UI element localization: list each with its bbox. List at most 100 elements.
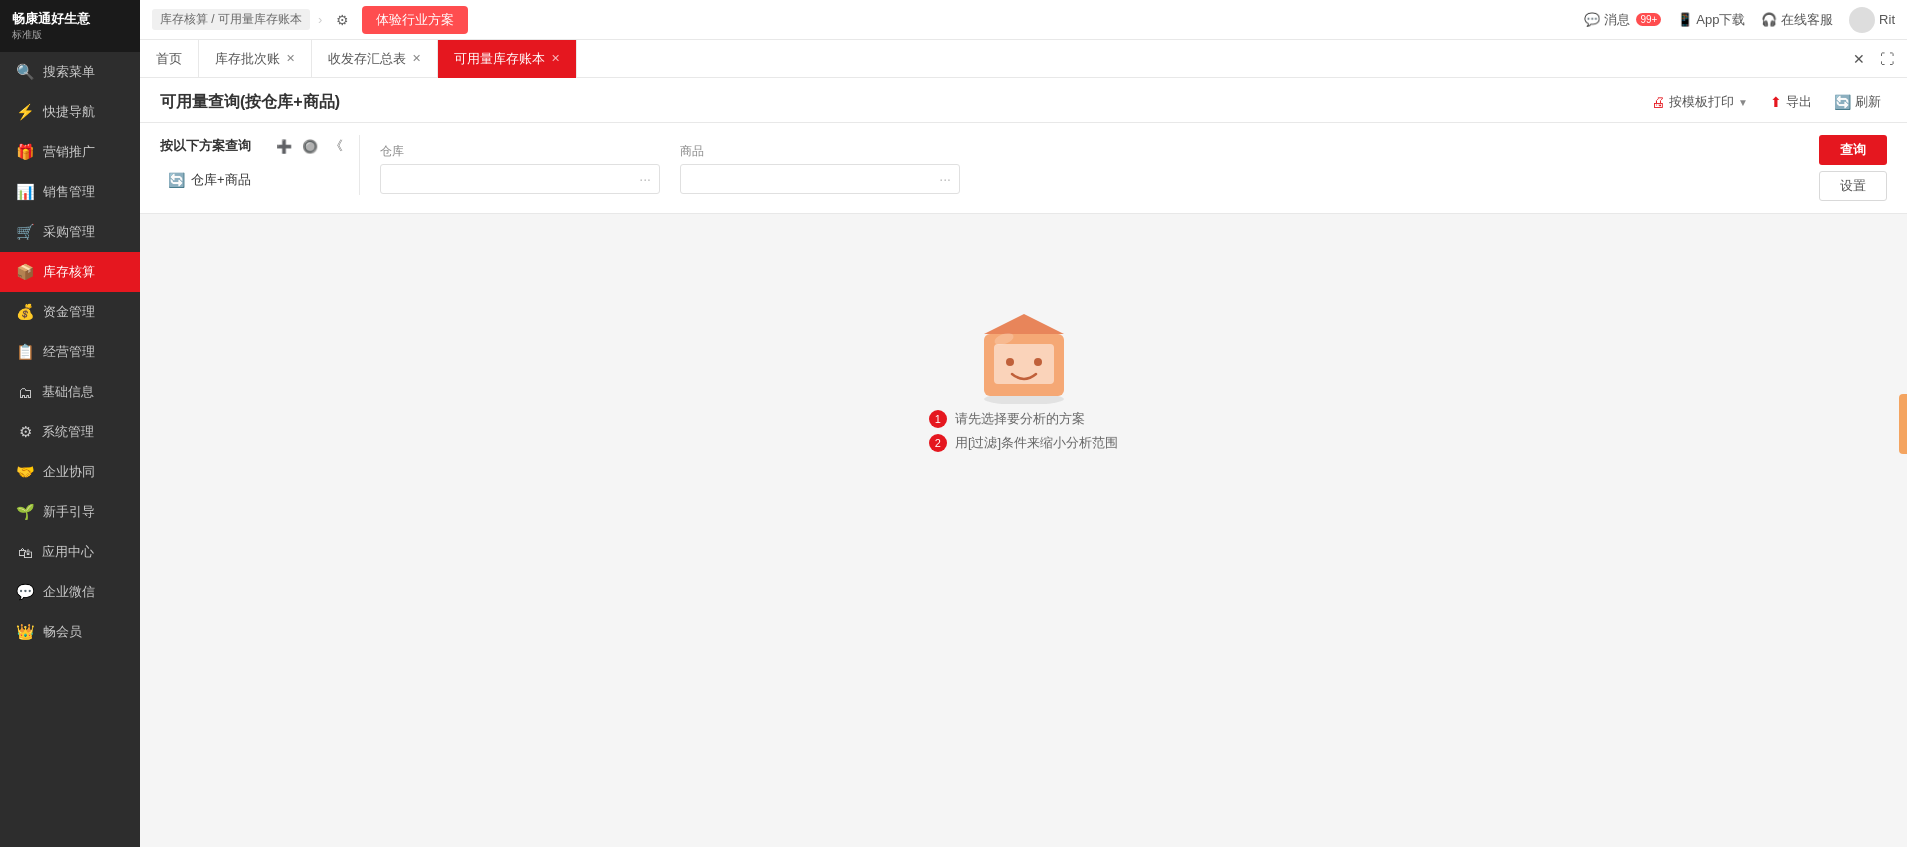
field-label-goods: 商品	[680, 143, 960, 160]
sidebar-item-enterprise[interactable]: 🤝 企业协同	[0, 452, 140, 492]
tabs-bar: 首页库存批次账✕收发存汇总表✕可用量库存账本✕ ✕ ⛶	[140, 40, 1907, 78]
empty-state-text: 1 请先选择要分析的方案 2 用[过滤]条件来缩小分析范围	[929, 410, 1118, 458]
tab-home[interactable]: 首页	[140, 40, 199, 78]
app-download-link[interactable]: 📱 App下载	[1677, 11, 1745, 29]
sales-icon: 📊	[16, 183, 35, 201]
purchase-icon: 🛒	[16, 223, 35, 241]
app-edition: 标准版	[12, 28, 128, 41]
headset-icon: 🎧	[1761, 12, 1777, 27]
collapse-scheme-button[interactable]: 《	[325, 135, 347, 157]
hint-text-1: 请先选择要分析的方案	[955, 410, 1085, 428]
scheme-icon-warehouse-goods: 🔄	[168, 172, 185, 188]
scheme-title: 按以下方案查询	[160, 137, 251, 155]
app-logo: 畅康通好生意 标准版	[0, 0, 140, 52]
topbar-divider: ›	[318, 12, 322, 27]
hint-item-2: 2 用[过滤]条件来缩小分析范围	[929, 434, 1118, 452]
export-label: 导出	[1786, 93, 1812, 111]
field-label-warehouse: 仓库	[380, 143, 660, 160]
main-area: 库存核算 / 可用量库存账本 › ⚙ 体验行业方案 💬 消息 99+ 📱 App…	[140, 0, 1907, 847]
refresh-icon: 🔄	[1834, 94, 1851, 110]
filter-right-panel: 仓库 ··· 商品 ··· 查询 设置	[360, 135, 1887, 201]
experience-industry-button[interactable]: 体验行业方案	[362, 6, 468, 34]
tab-label-home: 首页	[156, 50, 182, 68]
svg-point-3	[1006, 358, 1014, 366]
close-tab-icon[interactable]: ✕	[1847, 47, 1871, 71]
sidebar-item-inventory[interactable]: 📦库存核算	[0, 252, 140, 292]
gear-icon[interactable]: ⚙	[330, 8, 354, 32]
field-input-warehouse[interactable]	[389, 171, 633, 186]
online-service-link[interactable]: 🎧 在线客服	[1761, 11, 1833, 29]
hint-text-2: 用[过滤]条件来缩小分析范围	[955, 434, 1118, 452]
tab-close-summary[interactable]: ✕	[412, 52, 421, 65]
sidebar-label-appstore: 应用中心	[42, 543, 94, 561]
sidebar-label-enterprise: 企业协同	[43, 463, 95, 481]
tab-available[interactable]: 可用量库存账本✕	[438, 40, 577, 78]
sidebar-label-wxwork: 企业微信	[43, 583, 95, 601]
page-title: 可用量查询(按仓库+商品)	[160, 92, 340, 113]
operations-icon: 📋	[16, 343, 35, 361]
sidebar-item-system[interactable]: ⚙系统管理	[0, 412, 140, 452]
newbie-icon: 🌱	[16, 503, 35, 521]
sidebar-item-finance[interactable]: 💰资金管理	[0, 292, 140, 332]
print-icon: 🖨	[1651, 94, 1665, 110]
tab-close-batch[interactable]: ✕	[286, 52, 295, 65]
user-name: Rit	[1879, 12, 1895, 27]
field-dots-warehouse[interactable]: ···	[639, 171, 651, 187]
sidebar-item-appstore[interactable]: 🛍应用中心	[0, 532, 140, 572]
user-avatar-area[interactable]: Rit	[1849, 7, 1895, 33]
query-button[interactable]: 查询	[1819, 135, 1887, 165]
sidebar: 畅康通好生意 标准版 🔍搜索菜单⚡快捷导航🎁营销推广📊销售管理🛒采购管理📦库存核…	[0, 0, 140, 847]
online-service-label: 在线客服	[1781, 12, 1833, 27]
filter-scheme-header: 按以下方案查询 ➕ 🔘 《	[160, 135, 347, 157]
wxwork-icon: 💬	[16, 583, 35, 601]
breadcrumb: 库存核算 / 可用量库存账本	[152, 9, 310, 30]
sidebar-item-basic[interactable]: 🗂基础信息	[0, 372, 140, 412]
sidebar-item-operations[interactable]: 📋经营管理	[0, 332, 140, 372]
sidebar-item-sales[interactable]: 📊销售管理	[0, 172, 140, 212]
sidebar-item-search[interactable]: 🔍搜索菜单	[0, 52, 140, 92]
message-icon: 💬	[1584, 12, 1600, 27]
filter-right-actions: 查询 设置	[1819, 135, 1887, 201]
export-button[interactable]: ⬆ 导出	[1764, 90, 1818, 114]
add-scheme-button[interactable]: ➕	[273, 135, 295, 157]
tab-label-summary: 收发存汇总表	[328, 50, 406, 68]
settings-button[interactable]: 设置	[1819, 171, 1887, 201]
side-handle[interactable]	[1899, 394, 1907, 454]
topbar-right: 💬 消息 99+ 📱 App下载 🎧 在线客服 Rit	[1584, 7, 1895, 33]
page-header: 可用量查询(按仓库+商品) 🖨 按模板打印 ▼ ⬆ 导出 🔄 刷新	[140, 78, 1907, 123]
tab-summary[interactable]: 收发存汇总表 ✕	[312, 40, 438, 78]
sidebar-item-marketing[interactable]: 🎁营销推广	[0, 132, 140, 172]
avatar	[1849, 7, 1875, 33]
system-icon: ⚙	[16, 423, 34, 441]
finance-icon: 💰	[16, 303, 35, 321]
expand-tab-icon[interactable]: ⛶	[1875, 47, 1899, 71]
sidebar-label-marketing: 营销推广	[43, 143, 95, 161]
refresh-button[interactable]: 🔄 刷新	[1828, 90, 1887, 114]
chevron-down-icon[interactable]: ▼	[1738, 97, 1748, 108]
hint-item-1: 1 请先选择要分析的方案	[929, 410, 1118, 428]
sidebar-item-quicknav[interactable]: ⚡快捷导航	[0, 92, 140, 132]
print-button[interactable]: 🖨 按模板打印 ▼	[1645, 90, 1754, 114]
message-notif[interactable]: 💬 消息 99+	[1584, 11, 1661, 29]
sidebar-item-member[interactable]: 👑畅会员	[0, 612, 140, 652]
tab-batch[interactable]: 库存批次账 ✕	[199, 40, 312, 78]
message-badge: 99+	[1636, 13, 1661, 26]
sidebar-item-purchase[interactable]: 🛒采购管理	[0, 212, 140, 252]
print-label: 按模板打印	[1669, 93, 1734, 111]
settings-scheme-button[interactable]: 🔘	[299, 135, 321, 157]
tab-close-available[interactable]: ✕	[551, 52, 560, 65]
sidebar-scroll: 🔍搜索菜单⚡快捷导航🎁营销推广📊销售管理🛒采购管理📦库存核算💰资金管理📋经营管理…	[0, 52, 140, 847]
sidebar-item-newbie[interactable]: 🌱新手引导	[0, 492, 140, 532]
hint-num-2: 2	[929, 434, 947, 452]
enterprise-icon: 🤝	[16, 463, 35, 481]
tab-label-batch: 库存批次账	[215, 50, 280, 68]
field-dots-goods[interactable]: ···	[939, 171, 951, 187]
sidebar-item-wxwork[interactable]: 💬 企业微信	[0, 572, 140, 612]
field-input-goods[interactable]	[689, 171, 933, 186]
svg-point-4	[1034, 358, 1042, 366]
breadcrumb-text: 库存核算 / 可用量库存账本	[160, 11, 302, 28]
field-input-wrapper-goods: ···	[680, 164, 960, 194]
hint-num-1: 1	[929, 410, 947, 428]
scheme-item-warehouse-goods[interactable]: 🔄仓库+商品	[160, 165, 347, 195]
app-download-label: App下载	[1696, 12, 1745, 27]
